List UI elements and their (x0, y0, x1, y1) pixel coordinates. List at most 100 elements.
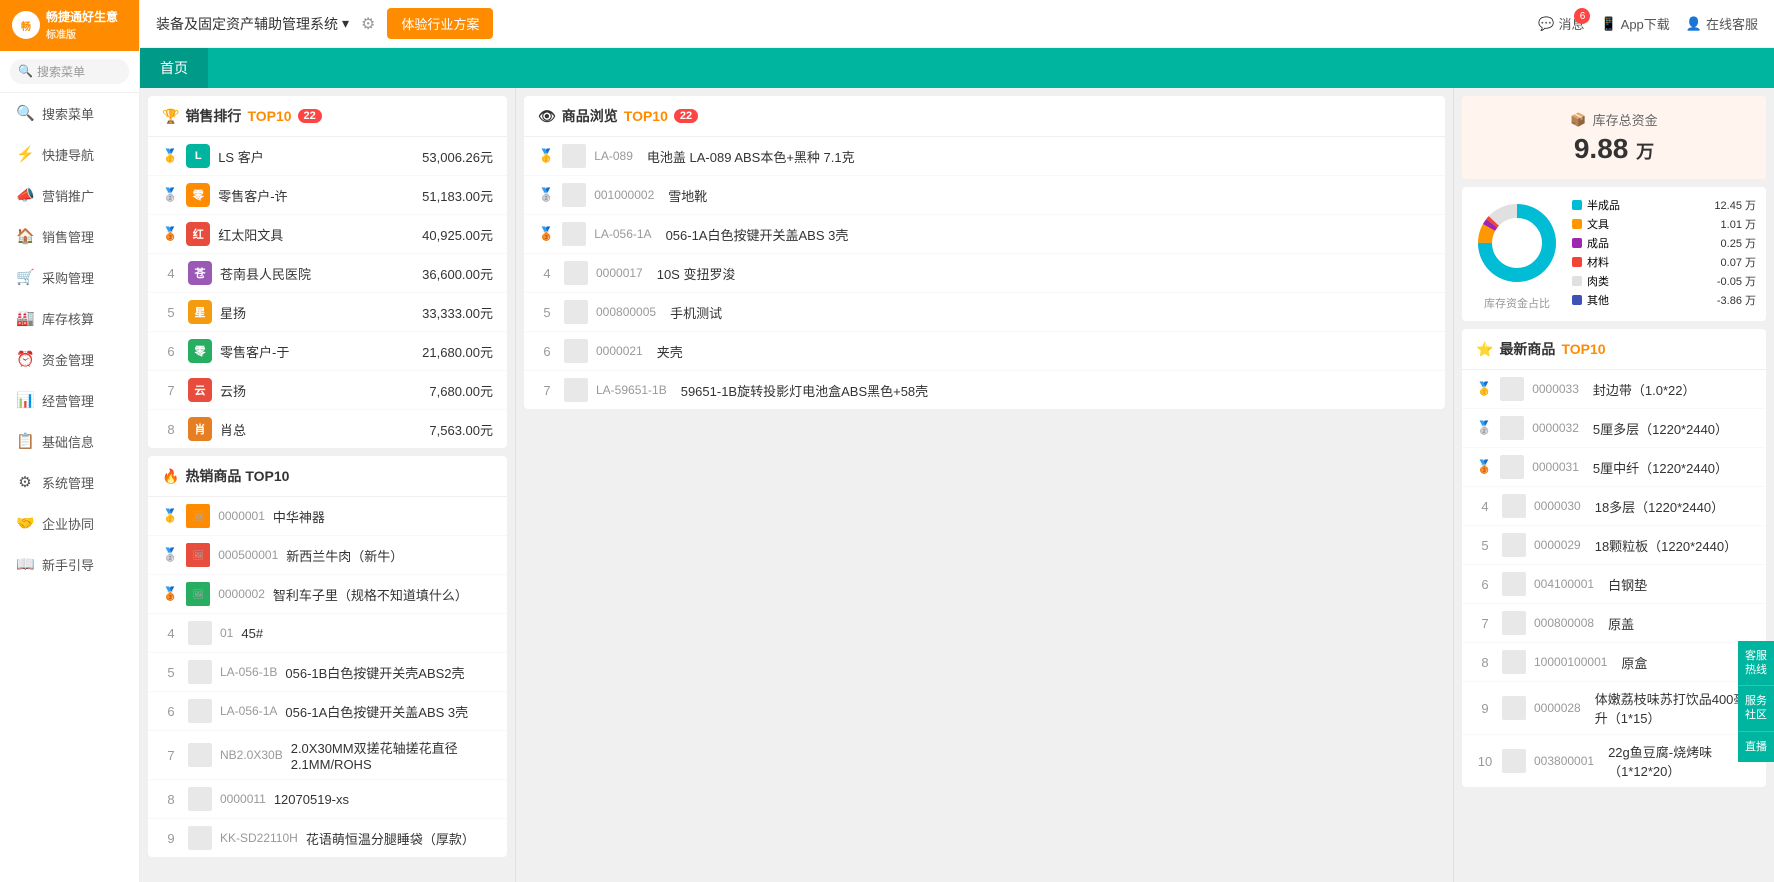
sidebar-item-enterprise[interactable]: 🤝企业协同 (0, 503, 139, 544)
rank-num: 4 (538, 266, 556, 281)
medal-icon: 🥇 (162, 508, 178, 524)
legend-value: 0.07 万 (1721, 254, 1756, 270)
product-code: LA-056-1A (220, 704, 277, 718)
product-name: 5厘多层（1220*2440） (1593, 419, 1752, 438)
system-name: 装备及固定资产辅助管理系统 (156, 14, 338, 34)
product-name: 59651-1B旋转投影灯电池盒ABS黑色+58壳 (681, 381, 1431, 400)
medal-icon: 🥉 (162, 226, 178, 242)
sales-ranking-card: 🏆 销售排行 TOP10 22 🥇 L LS 客户 53,006.26元 🥈 零… (148, 96, 507, 448)
product-code: 0000032 (1532, 421, 1579, 435)
customer-name: 星扬 (220, 303, 414, 322)
hot-product-item: 9 KK-SD22110H 花语萌恒温分腿睡袋（厚款） (148, 819, 507, 857)
medal-icon: 🥇 (538, 148, 554, 164)
sidebar: 畅 畅捷通好生意 标准版 🔍 搜索菜单 🔍搜索菜单⚡快捷导航📣营销推广🏠销售管理… (0, 0, 140, 882)
new-products-title: 最新商品 (1499, 339, 1555, 359)
product-code: 000800008 (1534, 616, 1594, 630)
new-product-item: 6 004100001 白钢垫 (1462, 565, 1766, 604)
product-name: 中华神器 (273, 507, 493, 526)
content: 🏆 销售排行 TOP10 22 🥇 L LS 客户 53,006.26元 🥈 零… (140, 88, 1774, 882)
legend-color (1572, 200, 1582, 210)
product-name: 智利车子里（规格不知道填什么） (273, 585, 493, 604)
customer-amount: 36,600.00元 (422, 264, 493, 283)
sidebar-item-system[interactable]: ⚙系统管理 (0, 462, 139, 503)
sidebar-item-finance[interactable]: ⏰资金管理 (0, 339, 139, 380)
messages-btn[interactable]: 💬 消息 6 (1538, 14, 1584, 33)
rank-num: 4 (162, 266, 180, 281)
tab-home[interactable]: 首页 (140, 48, 208, 88)
customer-avatar: 零 (186, 183, 210, 207)
rank-num: 8 (1476, 655, 1494, 670)
product-thumbnail (1500, 416, 1524, 440)
product-thumbnail: 🖼 (186, 543, 210, 567)
inventory-icon: 📦 (1570, 112, 1586, 128)
product-thumbnail (1502, 611, 1526, 635)
settings-icon[interactable]: ⚙ (361, 14, 375, 34)
legend-color (1572, 276, 1582, 286)
messages-badge: 6 (1574, 8, 1590, 24)
product-name: 18多层（1220*2440） (1595, 497, 1752, 516)
online-service-btn[interactable]: 👤 在线客服 (1686, 14, 1758, 33)
rank-num: 7 (538, 383, 556, 398)
new-product-item: 5 0000029 18颗粒板（1220*2440） (1462, 526, 1766, 565)
sidebar-item-inventory[interactable]: 🏭库存核算 (0, 298, 139, 339)
browse-icon: 👁 (538, 108, 556, 125)
trial-button[interactable]: 体验行业方案 (387, 8, 493, 39)
sidebar-label-basic: 基础信息 (42, 432, 94, 451)
sidebar-item-marketing[interactable]: 📣营销推广 (0, 175, 139, 216)
legend-value: 1.01 万 (1721, 216, 1756, 232)
browse-product-item: 🥇 LA-089 电池盖 LA-089 ABS本色+黑种 7.1克 (524, 137, 1445, 176)
rank-num: 6 (162, 704, 180, 719)
product-code: NB2.0X30B (220, 748, 283, 762)
inventory-chart-section: 库存资金占比 半成品 12.45 万 文具 1.01 万 成品 0.25 万 材… (1462, 187, 1766, 321)
sidebar-label-purchase: 采购管理 (42, 268, 94, 287)
enterprise-icon: 🤝 (16, 514, 34, 532)
sidebar-nav: 🔍搜索菜单⚡快捷导航📣营销推广🏠销售管理🛒采购管理🏭库存核算⏰资金管理📊经营管理… (0, 93, 139, 585)
hot-product-item: 8 0000011 12070519-xs (148, 780, 507, 819)
inventory-value: 9.88 (1574, 133, 1629, 164)
product-browse-title: 商品浏览 (562, 106, 618, 126)
legend-item: 成品 0.25 万 (1572, 235, 1756, 251)
sidebar-item-sales[interactable]: 🏠销售管理 (0, 216, 139, 257)
product-thumbnail (1502, 650, 1526, 674)
rank-num: 9 (162, 831, 180, 846)
topbar: 装备及固定资产辅助管理系统 ▾ ⚙ 体验行业方案 💬 消息 6 📱 App下载 … (140, 0, 1774, 48)
product-code: 0000021 (596, 344, 643, 358)
sidebar-item-basic[interactable]: 📋基础信息 (0, 421, 139, 462)
sidebar-label-finance: 资金管理 (42, 350, 94, 369)
logo-icon: 畅 (12, 11, 40, 39)
search-menu-btn[interactable]: 🔍 搜索菜单 (10, 59, 129, 84)
product-name: 封边带（1.0*22） (1593, 380, 1752, 399)
legend-item: 文具 1.01 万 (1572, 216, 1756, 232)
nav-tabs: 首页 (140, 48, 1774, 88)
medal-icon: 🥈 (1476, 420, 1492, 436)
sidebar-item-operation[interactable]: 📊经营管理 (0, 380, 139, 421)
sidebar-label-inventory: 库存核算 (42, 309, 94, 328)
sales-ranking-header: 🏆 销售排行 TOP10 22 (148, 96, 507, 137)
sales-badge: 22 (298, 109, 322, 123)
system-selector[interactable]: 装备及固定资产辅助管理系统 ▾ (156, 14, 349, 34)
legend-label: 材料 (1587, 254, 1609, 270)
hot-products-list: 🥇 🖼 0000001 中华神器 🥈 🖼 000500001 新西兰牛肉（新牛）… (148, 497, 507, 857)
customer-list-item: 7 云 云扬 7,680.00元 (148, 371, 507, 410)
fire-icon: 🔥 (162, 468, 179, 485)
product-browse-card: 👁 商品浏览 TOP10 22 🥇 LA-089 电池盖 LA-089 ABS本… (524, 96, 1445, 409)
product-thumbnail (1502, 749, 1526, 773)
float-btn-community[interactable]: 服务社区 (1738, 686, 1774, 732)
app-download-btn[interactable]: 📱 App下载 (1600, 14, 1669, 33)
sidebar-item-search[interactable]: 🔍搜索菜单 (0, 93, 139, 134)
float-btn-hotline[interactable]: 客服热线 (1738, 641, 1774, 687)
sidebar-item-newbie[interactable]: 📖新手引导 (0, 544, 139, 585)
product-thumbnail (188, 743, 212, 767)
sidebar-item-purchase[interactable]: 🛒采购管理 (0, 257, 139, 298)
sales-top10-label: TOP10 (247, 108, 291, 124)
product-name: 夹壳 (657, 342, 1431, 361)
customer-list-item: 🥇 L LS 客户 53,006.26元 (148, 137, 507, 176)
sidebar-search-area[interactable]: 🔍 搜索菜单 (0, 51, 139, 93)
sidebar-item-shortcut[interactable]: ⚡快捷导航 (0, 134, 139, 175)
float-btn-live[interactable]: 直播 (1738, 732, 1774, 762)
new-product-item: 🥉 0000031 5厘中纤（1220*2440） (1462, 448, 1766, 487)
product-thumbnail (188, 621, 212, 645)
donut-chart (1472, 198, 1562, 288)
rank-num: 7 (162, 383, 180, 398)
browse-product-item: 6 0000021 夹壳 (524, 332, 1445, 371)
